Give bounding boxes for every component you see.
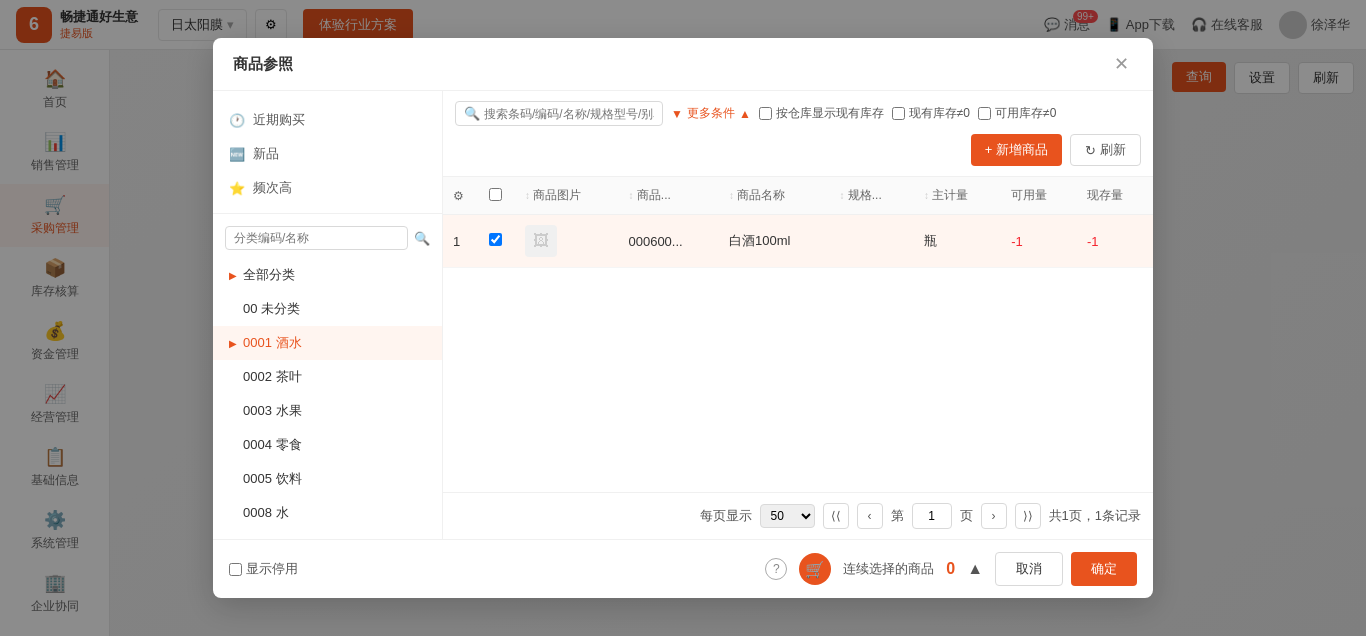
footer-buttons: 取消 确定 <box>995 552 1137 586</box>
row-available: -1 <box>1001 215 1077 268</box>
sort-icon-spec: ↕ <box>839 190 844 201</box>
table-row[interactable]: 1 🖼 000600... 白酒100ml <box>443 215 1153 268</box>
quick-select-area: 🕐 近期购买 🆕 新品 ⭐ 频次高 <box>213 99 442 209</box>
per-page-select[interactable]: 50 10 20 100 <box>760 504 815 528</box>
product-table: ⚙ ↕ 商品图片 ↕ <box>443 177 1153 268</box>
cat-item-all[interactable]: ▶ 全部分类 <box>213 258 442 292</box>
filter-bar: 🔍 ▼ 更多条件 ▲ 按仓库显示现有库存 现有库存≠0 <box>443 91 1153 177</box>
active-arrow-icon: ▶ <box>229 338 237 349</box>
row-unit: 瓶 <box>914 215 1001 268</box>
sort-icon-img: ↕ <box>525 190 530 201</box>
page-number-input[interactable] <box>912 503 952 529</box>
collapse-up-button[interactable]: ▲ <box>967 560 983 578</box>
shopping-cart-icon: 🛒 <box>805 560 825 579</box>
filter-more-button[interactable]: ▼ 更多条件 ▲ <box>671 105 751 122</box>
filter-up-icon: ▲ <box>739 107 751 121</box>
cat-search-row: 🔍 <box>213 218 442 258</box>
category-search-input[interactable] <box>225 226 408 250</box>
star-icon: ⭐ <box>229 181 245 196</box>
cat-item-0001[interactable]: ▶ 0001 酒水 <box>213 326 442 360</box>
arrow-right-icon: ▶ <box>229 270 237 281</box>
help-button[interactable]: ? <box>765 558 787 580</box>
modal-close-button[interactable]: ✕ <box>1109 52 1133 76</box>
recent-icon: 🕐 <box>229 113 245 128</box>
page-first-button[interactable]: ⟨⟨ <box>823 503 849 529</box>
per-page-label: 每页显示 <box>700 507 752 525</box>
action-buttons: + 新增商品 ↻ 刷新 <box>971 134 1141 166</box>
page-next-button[interactable]: › <box>981 503 1007 529</box>
row-img: 🖼 <box>515 215 618 268</box>
checkbox-warehouse-stock[interactable]: 按仓库显示现有库存 <box>759 105 884 122</box>
show-disabled-checkbox[interactable]: 显示停用 <box>229 560 298 578</box>
quick-item-frequent[interactable]: ⭐ 频次高 <box>213 171 442 205</box>
panel-divider <box>213 213 442 214</box>
modal-footer: 显示停用 ? 🛒 连续选择的商品 0 ▲ 取消 确定 <box>213 539 1153 598</box>
col-name[interactable]: ↕ 商品名称 <box>719 177 829 215</box>
add-product-button[interactable]: + 新增商品 <box>971 134 1062 166</box>
checkbox-available-stock[interactable]: 可用库存≠0 <box>978 105 1056 122</box>
filter-icon: ▼ <box>671 107 683 121</box>
product-table-wrap: ⚙ ↕ 商品图片 ↕ <box>443 177 1153 492</box>
checkbox-current-stock[interactable]: 现有库存≠0 <box>892 105 970 122</box>
cat-item-0002[interactable]: 0002 茶叶 <box>213 360 442 394</box>
row-spec <box>829 215 914 268</box>
cancel-button[interactable]: 取消 <box>995 552 1063 586</box>
product-image: 🖼 <box>525 225 557 257</box>
page-last-button[interactable]: ⟩⟩ <box>1015 503 1041 529</box>
product-reference-modal: 商品参照 ✕ 🕐 近期购买 🆕 新品 ⭐ <box>213 38 1153 598</box>
new-icon: 🆕 <box>229 147 245 162</box>
modal-overlay: 商品参照 ✕ 🕐 近期购买 🆕 新品 ⭐ <box>0 0 1366 636</box>
row-name: 白酒100ml <box>719 215 829 268</box>
cart-area: ? 🛒 连续选择的商品 0 ▲ <box>765 553 983 585</box>
cat-item-0003[interactable]: 0003 水果 <box>213 394 442 428</box>
modal-title: 商品参照 <box>233 55 293 74</box>
cart-icon[interactable]: 🛒 <box>799 553 831 585</box>
cat-item-0008[interactable]: 0008 水 <box>213 496 442 530</box>
product-search-icon: 🔍 <box>464 106 480 121</box>
product-search-input[interactable] <box>484 107 654 121</box>
page-unit: 页 <box>960 507 973 525</box>
cat-search-icon[interactable]: 🔍 <box>414 231 430 246</box>
product-panel: 🔍 ▼ 更多条件 ▲ 按仓库显示现有库存 现有库存≠0 <box>443 91 1153 539</box>
quick-item-new[interactable]: 🆕 新品 <box>213 137 442 171</box>
table-header-row: ⚙ ↕ 商品图片 ↕ <box>443 177 1153 215</box>
cat-item-00[interactable]: 00 未分类 <box>213 292 442 326</box>
modal-header: 商品参照 ✕ <box>213 38 1153 91</box>
select-all-checkbox[interactable] <box>489 188 502 201</box>
image-icon: 🖼 <box>533 232 549 250</box>
col-available[interactable]: 可用量 <box>1001 177 1077 215</box>
col-img: ↕ 商品图片 <box>515 177 618 215</box>
category-list: ▶ 全部分类 00 未分类 ▶ 0001 酒水 0002 茶叶 0003 水果 <box>213 258 442 531</box>
page-label: 第 <box>891 507 904 525</box>
sort-icon-unit: ↕ <box>924 190 929 201</box>
col-checkbox[interactable] <box>479 177 515 215</box>
cat-item-0005[interactable]: 0005 饮料 <box>213 462 442 496</box>
col-stock[interactable]: 现存量 <box>1077 177 1153 215</box>
col-settings[interactable]: ⚙ <box>443 177 479 215</box>
confirm-button[interactable]: 确定 <box>1071 552 1137 586</box>
total-info: 共1页，1条记录 <box>1049 507 1141 525</box>
row-stock: -1 <box>1077 215 1153 268</box>
sort-icon-code: ↕ <box>628 190 633 201</box>
col-spec[interactable]: ↕ 规格... <box>829 177 914 215</box>
show-disabled-input[interactable] <box>229 563 242 576</box>
cat-item-0004[interactable]: 0004 零食 <box>213 428 442 462</box>
modal-body: 🕐 近期购买 🆕 新品 ⭐ 频次高 🔍 <box>213 91 1153 539</box>
row-index: 1 <box>443 215 479 268</box>
cat-item-0010[interactable]: 0010 家电 <box>213 530 442 531</box>
sort-icon-name: ↕ <box>729 190 734 201</box>
table-settings-icon[interactable]: ⚙ <box>453 189 464 203</box>
row-checkbox[interactable] <box>479 215 515 268</box>
col-unit[interactable]: ↕ 主计量 <box>914 177 1001 215</box>
quick-item-recent[interactable]: 🕐 近期购买 <box>213 103 442 137</box>
row-code: 000600... <box>618 215 719 268</box>
product-search-wrap: 🔍 <box>455 101 663 126</box>
refresh-icon: ↻ <box>1085 143 1096 158</box>
page-prev-button[interactable]: ‹ <box>857 503 883 529</box>
category-panel: 🕐 近期购买 🆕 新品 ⭐ 频次高 🔍 <box>213 91 443 539</box>
col-code[interactable]: ↕ 商品... <box>618 177 719 215</box>
refresh-table-button[interactable]: ↻ 刷新 <box>1070 134 1141 166</box>
pagination-bar: 每页显示 50 10 20 100 ⟨⟨ ‹ 第 页 › ⟩⟩ 共1页，1条记录 <box>443 492 1153 539</box>
